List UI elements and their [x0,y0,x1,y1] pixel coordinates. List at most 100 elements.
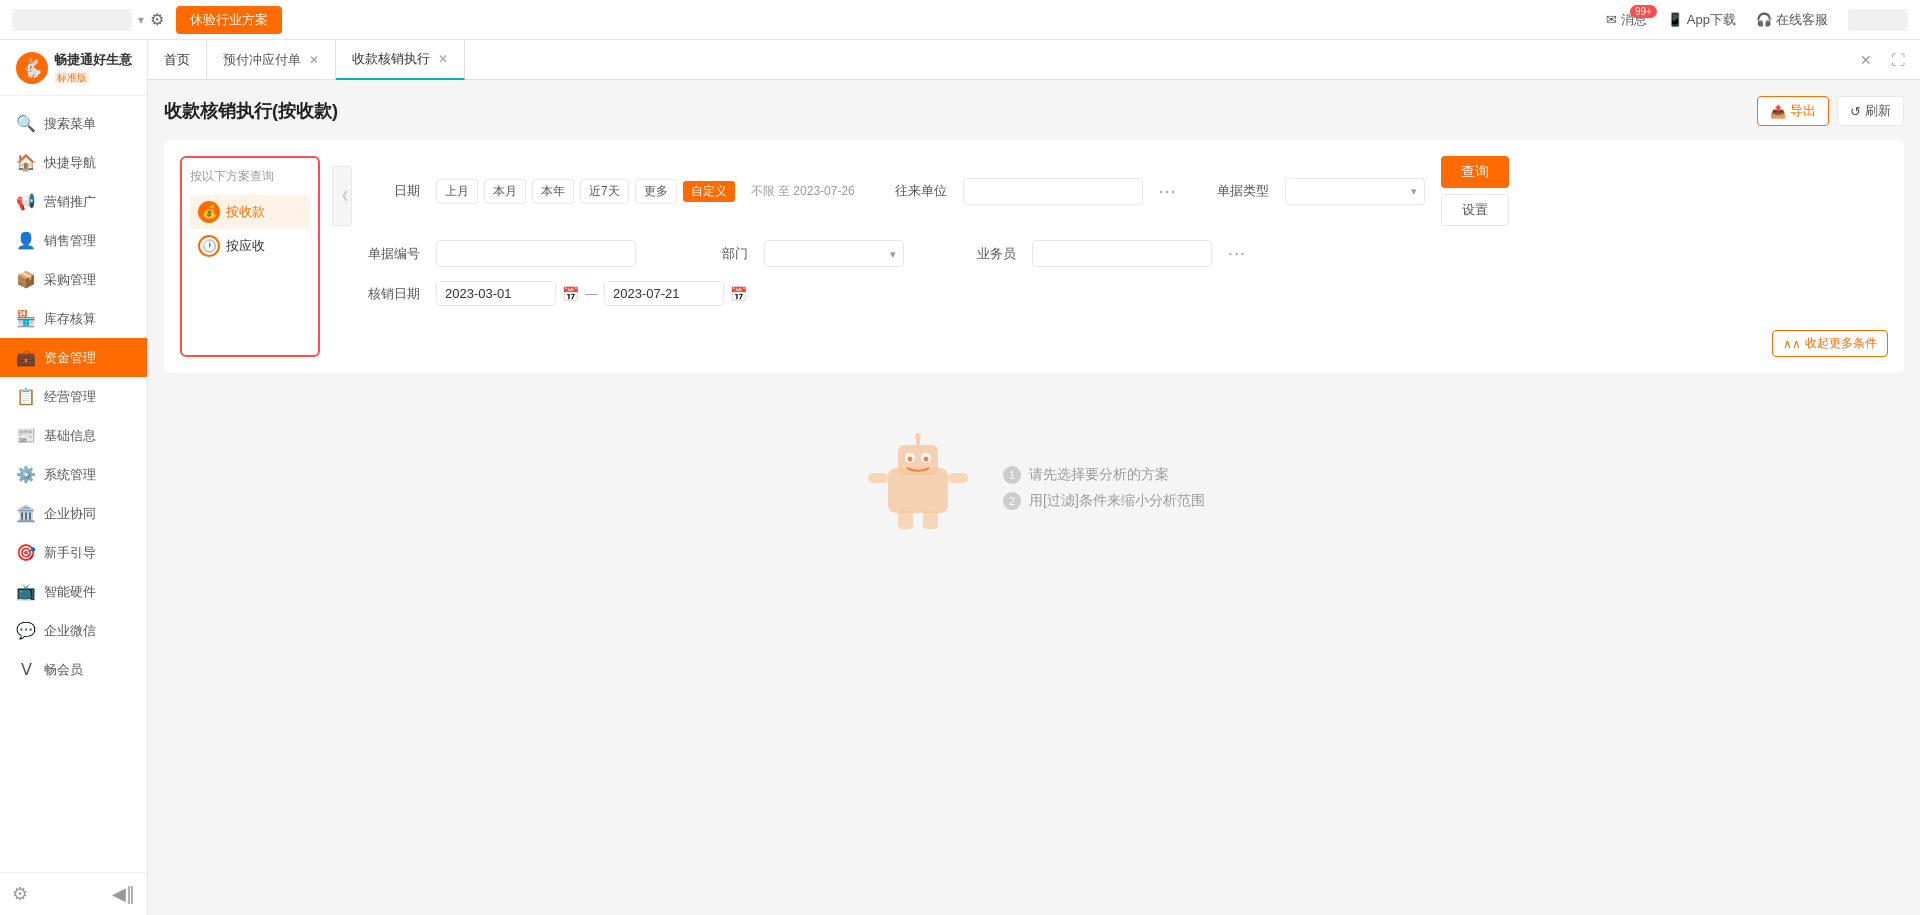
sidebar-item-basic-info[interactable]: 📰基础信息 [0,416,147,455]
calendar-start-icon[interactable]: 📅 [562,286,579,302]
sidebar-label-corp-wechat: 企业微信 [44,622,96,640]
verify-date-end[interactable]: 2023-07-21 [604,281,724,306]
doc-type-label: 单据类型 [1213,182,1269,200]
sidebar-item-sys-mgmt[interactable]: ⚙️系统管理 [0,455,147,494]
page-content: 收款核销执行(按收款) 📤 导出 ↺ 刷新 按以下方案查询 [148,80,1920,915]
main-layout: 🐇 畅捷通好生意 标准版 🔍搜索菜单🏠快捷导航📢营销推广👤销售管理📦采购管理🏪库… [0,40,1920,915]
quick-nav-icon: 🏠 [16,153,36,172]
filter-row-2: 单据编号 部门 业务员 ··· [364,240,1888,267]
dept-select[interactable] [764,240,904,267]
sidebar-item-smart-hw[interactable]: 📺智能硬件 [0,572,147,611]
tab-home[interactable]: 首页 [148,40,207,80]
svg-rect-9 [923,511,938,529]
message-icon: ✉ [1606,12,1617,27]
sidebar-item-newbie[interactable]: 🎯新手引导 [0,533,147,572]
counterpart-more-icon[interactable]: ··· [1159,181,1177,202]
page-header: 收款核销执行(按收款) 📤 导出 ↺ 刷新 [164,96,1904,126]
svg-rect-8 [898,511,913,529]
newbie-icon: 🎯 [16,543,36,562]
message-button[interactable]: ✉ 消息 99+ [1606,11,1647,29]
staff-more-icon[interactable]: ··· [1228,243,1246,264]
svg-point-11 [915,433,921,439]
filter-query-options: 按以下方案查询 💰 按收款 🕐 按应收 [180,156,320,357]
date-btn-this-year[interactable]: 本年 [532,179,574,204]
sidebar-item-corp-collab[interactable]: 🏛️ 企业协同 [0,494,147,533]
calendar-end-icon[interactable]: 📅 [730,286,747,302]
date-custom-tag[interactable]: 自定义 [683,181,735,202]
vip-icon: Ⅴ [16,660,36,679]
sidebar-bottom: ⚙ ◀‖ [0,872,147,915]
headphone-icon: 🎧 [1756,12,1772,27]
verify-date-start[interactable]: 2023-03-01 [436,281,556,306]
sidebar-item-sales-mgmt[interactable]: 👤销售管理 [0,221,147,260]
action-column: 查询 设置 [1441,156,1509,226]
filter-row-3: 核销日期 2023-03-01 📅 — 2023-07-21 📅 [364,281,1888,306]
sidebar-item-ops-mgmt[interactable]: 📋经营管理 [0,377,147,416]
date-btn-last-month[interactable]: 上月 [436,179,478,204]
sidebar-item-quick-nav[interactable]: 🏠 快捷导航 [0,143,147,182]
setting-button[interactable]: 设置 [1441,194,1509,226]
settings-gear-icon[interactable]: ⚙ [150,10,164,29]
app-download-button[interactable]: 📱 App下载 [1667,11,1736,29]
date-btn-7days[interactable]: 近7天 [580,179,629,204]
doc-type-select[interactable] [1285,178,1425,205]
sales-mgmt-icon: 👤 [16,231,36,250]
tab-close-collection[interactable]: ✕ [438,52,448,66]
verify-date-label: 核销日期 [364,285,420,303]
industry-solution-button[interactable]: 休验行业方案 [176,6,282,34]
export-button[interactable]: 📤 导出 [1757,96,1829,126]
collapse-left-button[interactable]: 《 [332,166,352,226]
filter-fields: 日期 上月 本月 本年 近7天 更多 自定义 不限 至 2023-07-26 往… [364,156,1888,357]
collapse-icon: ∧∧ [1783,337,1801,351]
filter-option-by-collection[interactable]: 💰 按收款 [190,195,310,229]
user-avatar[interactable] [1848,9,1908,31]
logo-area: ▾ ⚙ [12,9,164,31]
sidebar-label-quick-nav: 快捷导航 [44,154,96,172]
robot-svg [863,433,973,533]
export-icon: 📤 [1770,104,1786,119]
filter-option-by-receivable[interactable]: 🕐 按应收 [190,229,310,263]
date-buttons: 上月 本月 本年 近7天 更多 自定义 [436,179,735,204]
date-btn-more[interactable]: 更多 [635,179,677,204]
query-button[interactable]: 查询 [1441,156,1509,188]
collapse-more-button[interactable]: ∧∧ 收起更多条件 [1772,330,1888,357]
tab-prepay[interactable]: 预付冲应付单 ✕ [207,40,336,80]
sidebar-item-marketing[interactable]: 📢营销推广 [0,182,147,221]
filter-panel: 按以下方案查询 💰 按收款 🕐 按应收 《 日期 [164,140,1904,373]
verify-date-inputs: 2023-03-01 📅 — 2023-07-21 📅 [436,281,747,306]
sidebar-label-vip: 畅会员 [44,661,83,679]
tab-collection[interactable]: 收款核销执行 ✕ [336,40,465,80]
sidebar-label-marketing: 营销推广 [44,193,96,211]
online-service-button[interactable]: 🎧 在线客服 [1756,11,1828,29]
settings-bottom-icon[interactable]: ⚙ [12,883,28,905]
close-tab-icon[interactable]: ✕ [1852,46,1880,74]
doc-type-select-wrapper [1285,178,1425,205]
doc-no-input[interactable] [436,240,636,267]
empty-tip-1: 1 请先选择要分析的方案 [1003,466,1205,484]
sidebar-label-corp-collab: 企业协同 [44,505,96,523]
sidebar-item-purchase-mgmt[interactable]: 📦采购管理 [0,260,147,299]
tab-bar: 首页 预付冲应付单 ✕ 收款核销执行 ✕ ✕ ⛶ [148,40,1920,80]
sidebar-item-inventory[interactable]: 🏪库存核算 [0,299,147,338]
sys-mgmt-icon: ⚙️ [16,465,36,484]
corp-collab-icon: 🏛️ [16,504,36,523]
refresh-icon: ↺ [1850,104,1861,119]
page-title: 收款核销执行(按收款) [164,99,338,123]
search-menu-icon: 🔍 [16,114,36,133]
sidebar-item-corp-wechat[interactable]: 💬企业微信 [0,611,147,650]
refresh-button[interactable]: ↺ 刷新 [1837,96,1904,126]
sidebar-item-vip[interactable]: Ⅴ 畅会员 [0,650,147,689]
staff-input[interactable] [1032,240,1212,267]
expand-icon[interactable]: ⛶ [1884,46,1912,74]
app-logo-icon: 🐇 [16,52,48,84]
date-btn-this-month[interactable]: 本月 [484,179,526,204]
tab-close-prepay[interactable]: ✕ [309,53,319,67]
mobile-icon: 📱 [1667,12,1683,27]
dropdown-arrow-icon[interactable]: ▾ [138,13,144,27]
counterpart-input[interactable] [963,178,1143,205]
sidebar-item-fund-mgmt[interactable]: 💼资金管理 [0,338,147,377]
purchase-mgmt-icon: 📦 [16,270,36,289]
sidebar-item-search-menu[interactable]: 🔍搜索菜单 [0,104,147,143]
collapse-sidebar-button[interactable]: ◀‖ [112,883,135,905]
empty-tip-2: 2 用[过滤]条件来缩小分析范围 [1003,492,1205,510]
